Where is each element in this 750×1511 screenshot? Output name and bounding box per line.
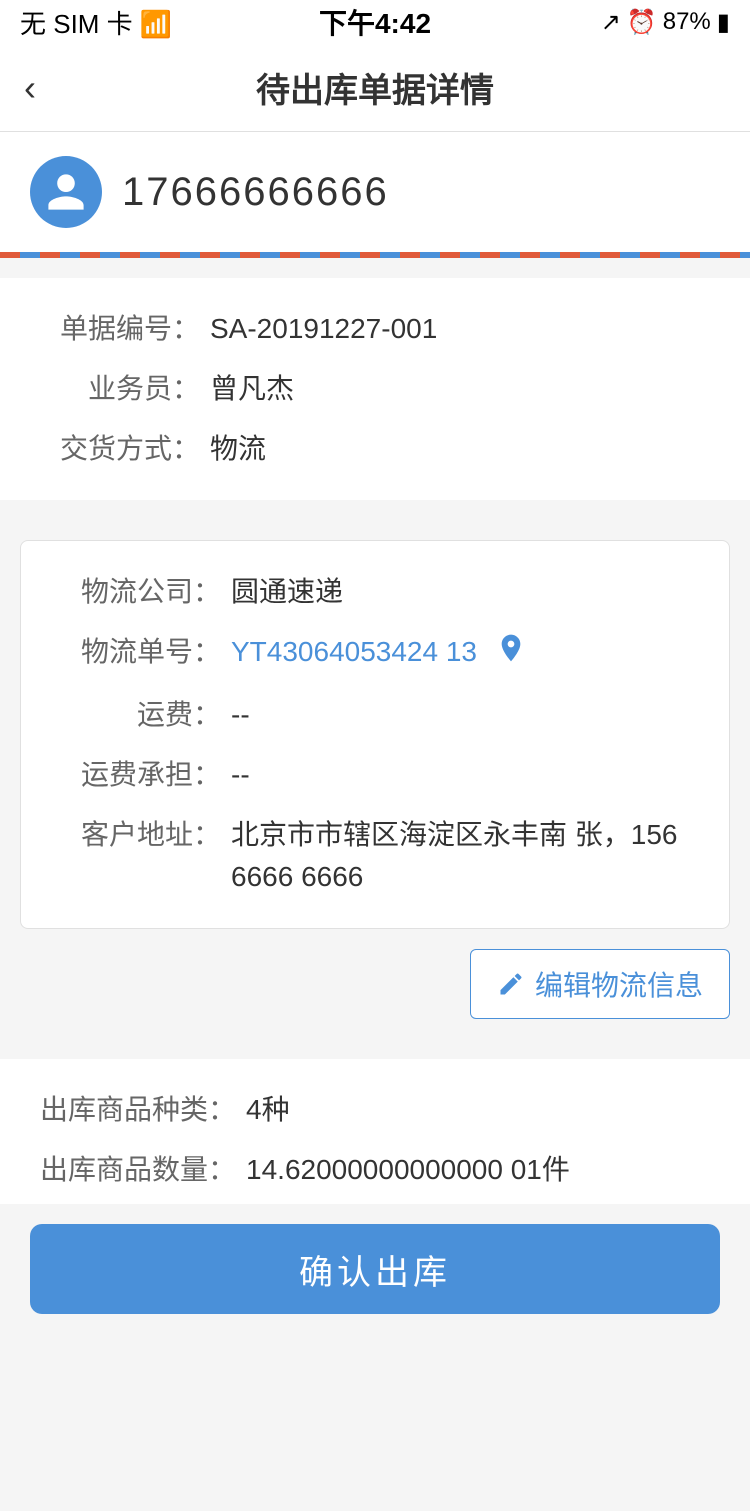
- confirm-outbound-button[interactable]: 确认出库: [30, 1224, 720, 1314]
- time: 下午4:42: [319, 2, 431, 42]
- delivery-row: 交货方式： 物流: [40, 428, 710, 470]
- user-icon: [44, 170, 88, 214]
- user-phone: 17666666666: [122, 170, 389, 215]
- document-number-label: 单据编号：: [40, 308, 200, 350]
- edit-btn-container: 编辑物流信息: [0, 929, 750, 1019]
- address-label: 客户地址：: [61, 814, 221, 856]
- battery-icon: ▮: [717, 8, 730, 37]
- logistics-company-label: 物流公司：: [61, 571, 221, 613]
- delivery-label: 交货方式：: [40, 428, 200, 470]
- back-button[interactable]: ‹: [24, 67, 36, 109]
- page-title: 待出库单据详情: [256, 63, 494, 112]
- document-number-row: 单据编号： SA-20191227-001: [40, 308, 710, 350]
- logistics-tracking-row: 物流单号： YT43064053424 13: [61, 631, 689, 676]
- status-bar: 无 SIM 卡 📶 下午4:42 ↗ ⏰ 87% ▮: [0, 0, 750, 44]
- freight-row: 运费： --: [61, 694, 689, 736]
- confirm-btn-container: 确认出库: [0, 1204, 750, 1334]
- goods-types-row: 出库商品种类： 4种: [40, 1089, 710, 1131]
- goods-section: 出库商品种类： 4种 出库商品数量： 14.62000000000000 01件: [0, 1059, 750, 1221]
- salesman-label: 业务员：: [40, 368, 200, 410]
- logistics-tracking-label: 物流单号：: [61, 631, 221, 673]
- freight-value: --: [221, 694, 689, 736]
- logistics-company-row: 物流公司： 圆通速递: [61, 571, 689, 613]
- map-location-icon[interactable]: [495, 632, 527, 676]
- bottom-spacer: [0, 1311, 750, 1511]
- logistics-company-value: 圆通速递: [221, 571, 689, 613]
- logistics-tracking-value: YT43064053424 13: [221, 631, 689, 676]
- goods-types-label: 出库商品种类：: [40, 1089, 236, 1131]
- goods-types-value: 4种: [236, 1089, 710, 1131]
- dashed-divider: [0, 252, 750, 258]
- alarm-icon: ⏰: [627, 8, 657, 37]
- location-icon: ↗: [601, 8, 621, 37]
- edit-icon: [497, 970, 525, 998]
- nav-bar: ‹ 待出库单据详情: [0, 44, 750, 132]
- carrier-wifi: 无 SIM 卡 📶: [20, 4, 172, 41]
- freight-bearer-label: 运费承担：: [61, 754, 221, 796]
- goods-quantity-value: 14.62000000000000 01件: [236, 1149, 710, 1191]
- address-row: 客户地址： 北京市市辖区海淀区永丰南 张，156 6666 6666: [61, 814, 689, 898]
- battery-info: ↗ ⏰ 87% ▮: [601, 8, 730, 37]
- document-info-section: 单据编号： SA-20191227-001 业务员： 曾凡杰 交货方式： 物流: [0, 278, 750, 500]
- avatar: [30, 156, 102, 228]
- user-header: 17666666666: [0, 132, 750, 252]
- edit-logistics-button[interactable]: 编辑物流信息: [470, 949, 730, 1019]
- freight-label: 运费：: [61, 694, 221, 736]
- salesman-row: 业务员： 曾凡杰: [40, 368, 710, 410]
- goods-quantity-row: 出库商品数量： 14.62000000000000 01件: [40, 1149, 710, 1191]
- salesman-value: 曾凡杰: [200, 368, 710, 410]
- logistics-section: 物流公司： 圆通速递 物流单号： YT43064053424 13 运费： --…: [20, 540, 730, 929]
- document-number-value: SA-20191227-001: [200, 308, 710, 350]
- delivery-value: 物流: [200, 428, 710, 470]
- battery-percent: 87%: [663, 8, 711, 36]
- freight-bearer-value: --: [221, 754, 689, 796]
- address-value: 北京市市辖区海淀区永丰南 张，156 6666 6666: [221, 814, 689, 898]
- goods-quantity-label: 出库商品数量：: [40, 1149, 236, 1191]
- freight-bearer-row: 运费承担： --: [61, 754, 689, 796]
